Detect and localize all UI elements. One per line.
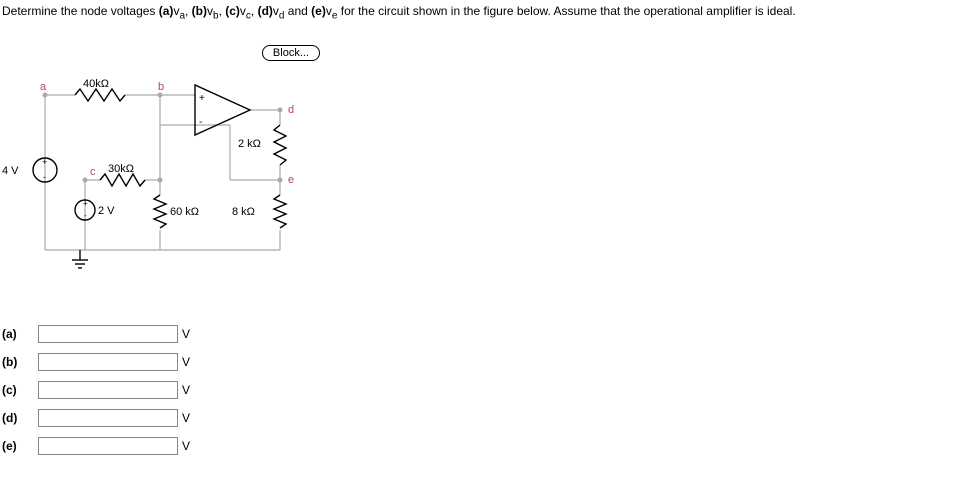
answer-input-e[interactable]: [38, 437, 178, 455]
answer-unit-a: V: [182, 327, 190, 341]
svg-text:+: +: [83, 199, 88, 208]
answer-row-b: (b) V: [2, 353, 972, 371]
prompt-post: for the circuit shown in the figure belo…: [341, 4, 796, 18]
circuit-svg: a b c d e 40kΩ 30kΩ 2 kΩ 60 kΩ 8 kΩ 4 V …: [0, 65, 330, 285]
answers-section: (a) V (b) V (c) V (d) V (e) V: [2, 325, 972, 455]
answer-label-a: (a): [2, 327, 17, 341]
answer-row-a: (a) V: [2, 325, 972, 343]
answer-input-a[interactable]: [38, 325, 178, 343]
node-b-label: b: [158, 81, 164, 93]
prompt-pre: Determine the node voltages: [2, 4, 159, 18]
node-c-label: c: [90, 166, 96, 178]
vs4-label: 4 V: [2, 165, 19, 177]
answer-label-c: (c): [2, 383, 17, 397]
prompt-pe: (e): [311, 4, 326, 18]
r60k-label: 60 kΩ: [170, 206, 199, 218]
node-d-label: d: [288, 104, 294, 116]
prompt-pd: (d): [258, 4, 273, 18]
answer-unit-d: V: [182, 411, 190, 425]
answer-label-e: (e): [2, 439, 17, 453]
vs2-label: 2 V: [98, 205, 115, 217]
question-prompt: Determine the node voltages (a)va, (b)vb…: [0, 0, 972, 25]
answer-unit-c: V: [182, 383, 190, 397]
node-a-label: a: [40, 81, 47, 93]
answer-unit-e: V: [182, 439, 190, 453]
prompt-pb: (b): [192, 4, 207, 18]
opamp-plus: +: [199, 93, 205, 104]
svg-text:-: -: [84, 211, 87, 220]
svg-text:+: +: [42, 157, 47, 167]
answer-input-c[interactable]: [38, 381, 178, 399]
prompt-pa: (a): [159, 4, 174, 18]
r2k-label: 2 kΩ: [238, 138, 261, 150]
answer-label-d: (d): [2, 411, 17, 425]
answer-label-b: (b): [2, 355, 17, 369]
opamp-minus: -: [199, 117, 202, 128]
answer-input-b[interactable]: [38, 353, 178, 371]
answer-row-d: (d) V: [2, 409, 972, 427]
se: e: [332, 10, 338, 21]
r40k-label: 40kΩ: [83, 78, 109, 90]
svg-text:-: -: [43, 172, 46, 182]
answer-unit-b: V: [182, 355, 190, 369]
node-e-label: e: [288, 174, 294, 186]
prompt-pc: (c): [225, 4, 240, 18]
block-button[interactable]: Block...: [262, 45, 320, 61]
answer-row-e: (e) V: [2, 437, 972, 455]
answer-row-c: (c) V: [2, 381, 972, 399]
r30k-label: 30kΩ: [108, 163, 134, 175]
circuit-diagram: Block...: [0, 45, 350, 285]
answer-input-d[interactable]: [38, 409, 178, 427]
r8k-label: 8 kΩ: [232, 206, 255, 218]
